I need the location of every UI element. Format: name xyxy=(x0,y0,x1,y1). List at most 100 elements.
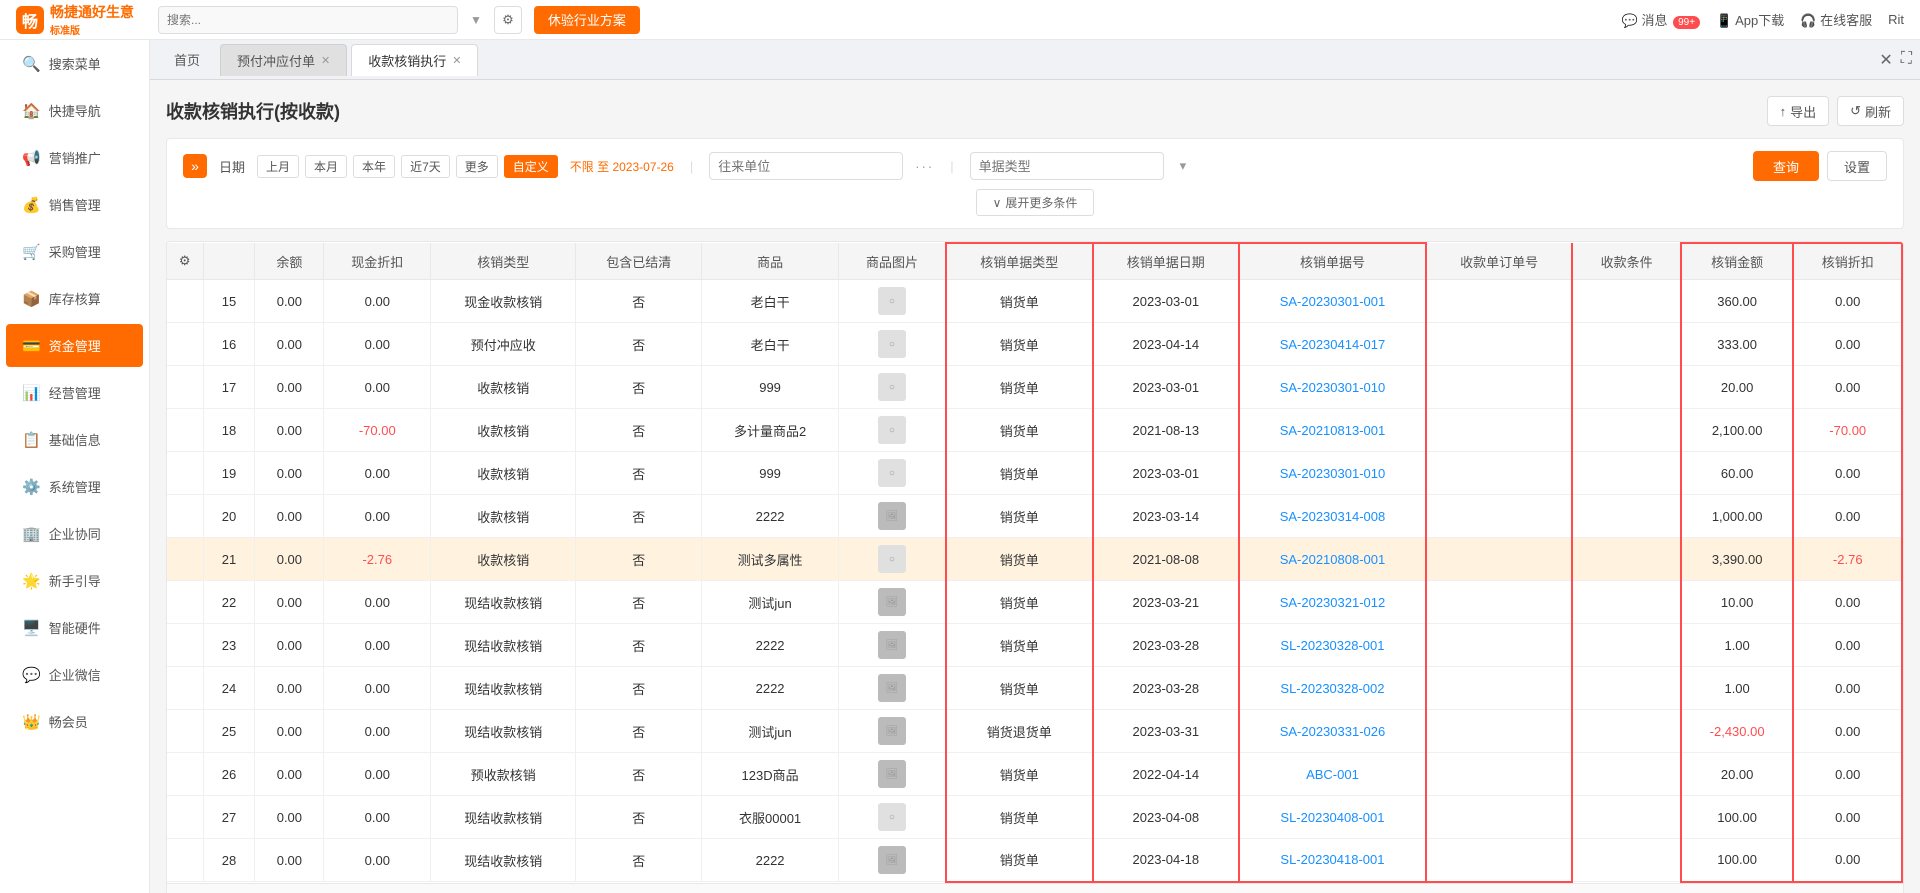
from-unit-input[interactable] xyxy=(709,152,903,180)
bill-no-link[interactable]: SA-20210808-001 xyxy=(1280,552,1386,567)
close-tab-icon[interactable]: ✕ xyxy=(1879,50,1892,70)
sidebar-label: 采购管理 xyxy=(49,242,101,261)
cell-receipt-condition xyxy=(1572,409,1680,452)
bill-no-link[interactable]: SL-20230408-001 xyxy=(1280,810,1384,825)
table-scroll[interactable]: ⚙ 余额 现金折扣 核销类型 包含已结清 商品 商品图片 核销单据类型 核销单据… xyxy=(167,242,1903,883)
sidebar-item-wechat[interactable]: 💬 企业微信 xyxy=(6,653,143,696)
bill-no-link[interactable]: SL-20230328-002 xyxy=(1280,681,1384,696)
message-link[interactable]: 💬 消息 99+ xyxy=(1622,10,1700,29)
sidebar-item-quick-nav[interactable]: 🏠 快捷导航 xyxy=(6,89,143,132)
goods-image-thumb: 🖼 xyxy=(878,846,906,874)
cell-seq: 18 xyxy=(203,409,255,452)
sidebar-item-member[interactable]: 👑 畅会员 xyxy=(6,700,143,743)
bill-no-link[interactable]: ABC-001 xyxy=(1306,767,1359,782)
sidebar-item-smart-hw[interactable]: 🖥️ 智能硬件 xyxy=(6,606,143,649)
bill-no-link[interactable]: SA-20210813-001 xyxy=(1280,423,1386,438)
cell-cash-discount: 0.00 xyxy=(324,581,431,624)
sidebar-item-guide[interactable]: 🌟 新手引导 xyxy=(6,559,143,602)
bill-no-link[interactable]: SA-20230314-008 xyxy=(1280,509,1386,524)
sidebar-item-search-menu[interactable]: 🔍 搜索菜单 xyxy=(6,42,143,85)
sidebar-item-purchase[interactable]: 🛒 采购管理 xyxy=(6,230,143,273)
bill-no-link[interactable]: SA-20230321-012 xyxy=(1280,595,1386,610)
query-button[interactable]: 查询 xyxy=(1753,151,1819,181)
table-row: 21 0.00 -2.76 收款核销 否 测试多属性 ○ 销货单 2021-08… xyxy=(167,538,1902,581)
cell-settings xyxy=(167,323,203,366)
cell-cash-discount: 0.00 xyxy=(324,667,431,710)
tab-home[interactable]: 首页 xyxy=(158,44,216,76)
cell-goods-image: ○ xyxy=(838,323,946,366)
date-7days[interactable]: 近7天 xyxy=(401,155,450,178)
bill-no-link[interactable]: SA-20230301-010 xyxy=(1280,380,1386,395)
purchase-icon: 🛒 xyxy=(22,243,41,261)
tab-close-receipt[interactable]: ✕ xyxy=(452,54,461,67)
cell-receipt-order-no xyxy=(1426,796,1573,839)
sidebar-item-enterprise[interactable]: 🏢 企业协同 xyxy=(6,512,143,555)
cell-writeoff-amount: 360.00 xyxy=(1681,280,1794,323)
cell-goods: 2222 xyxy=(702,624,839,667)
cell-receipt-order-no xyxy=(1426,538,1573,581)
date-this-month[interactable]: 本月 xyxy=(305,155,347,178)
sidebar-item-inventory[interactable]: 📦 库存核算 xyxy=(6,277,143,320)
cell-balance: 0.00 xyxy=(255,409,324,452)
page-header: 收款核销执行(按收款) ↑ 导出 ↺ 刷新 xyxy=(166,96,1904,126)
cell-writeoff-discount: 0.00 xyxy=(1793,839,1902,882)
date-last-month[interactable]: 上月 xyxy=(257,155,299,178)
cell-balance: 0.00 xyxy=(255,323,324,366)
cell-writeoff-bill-type: 销货单 xyxy=(946,495,1093,538)
bill-no-link[interactable]: SA-20230414-017 xyxy=(1280,337,1386,352)
table-body: 15 0.00 0.00 现金收款核销 否 老白干 ○ 销货单 2023-03-… xyxy=(167,280,1902,882)
user-name[interactable]: Rit xyxy=(1888,12,1904,27)
filter-expand-btn[interactable]: » xyxy=(183,154,207,178)
filter-settings-button[interactable]: 设置 xyxy=(1827,151,1887,181)
col-settings[interactable]: ⚙ xyxy=(167,243,203,280)
sidebar-item-sales[interactable]: 💰 销售管理 xyxy=(6,183,143,226)
cell-writeoff-bill-no: SL-20230418-001 xyxy=(1239,839,1426,882)
bill-no-link[interactable]: SL-20230418-001 xyxy=(1280,852,1384,867)
cell-include-settled: 否 xyxy=(576,538,702,581)
sidebar-item-basic-info[interactable]: 📋 基础信息 xyxy=(6,418,143,461)
industry-btn[interactable]: 休验行业方案 xyxy=(534,6,640,34)
tab-prepay[interactable]: 预付冲应付单 ✕ xyxy=(220,44,347,76)
settings-icon[interactable]: ⚙ xyxy=(494,6,522,34)
date-custom[interactable]: 自定义 xyxy=(504,155,558,178)
sidebar-item-finance[interactable]: 💳 资金管理 xyxy=(6,324,143,367)
tab-receipt-writeoff[interactable]: 收款核销执行 ✕ xyxy=(351,44,478,76)
date-more[interactable]: 更多 xyxy=(456,155,498,178)
cell-receipt-condition xyxy=(1572,452,1680,495)
refresh-button[interactable]: ↺ 刷新 xyxy=(1837,96,1904,126)
app-download-link[interactable]: 📱 App下载 xyxy=(1716,10,1784,29)
expand-more-button[interactable]: ∨ 展开更多条件 xyxy=(976,189,1095,216)
cell-seq: 15 xyxy=(203,280,255,323)
bill-no-link[interactable]: SA-20230301-001 xyxy=(1280,294,1386,309)
bill-no-link[interactable]: SA-20230331-026 xyxy=(1280,724,1386,739)
cell-balance: 0.00 xyxy=(255,667,324,710)
cell-goods-image: 🖼 xyxy=(838,667,946,710)
cell-cash-discount: 0.00 xyxy=(324,710,431,753)
bill-type-input[interactable] xyxy=(970,152,1164,180)
search-input[interactable] xyxy=(158,6,458,34)
tab-close-prepay[interactable]: ✕ xyxy=(321,54,330,67)
date-this-year[interactable]: 本年 xyxy=(353,155,395,178)
cell-goods: 999 xyxy=(702,366,839,409)
date-buttons: 上月 本月 本年 近7天 更多 自定义 xyxy=(257,155,558,178)
sidebar-item-system[interactable]: ⚙️ 系统管理 xyxy=(6,465,143,508)
cell-receipt-order-no xyxy=(1426,323,1573,366)
sidebar: 🔍 搜索菜单 🏠 快捷导航 📢 营销推广 💰 销售管理 🛒 采购管理 📦 库存核… xyxy=(0,40,150,893)
maximize-icon[interactable]: ⛶ xyxy=(1901,50,1912,70)
cell-balance: 0.00 xyxy=(255,839,324,882)
cell-writeoff-bill-date: 2023-03-01 xyxy=(1093,280,1240,323)
tab-bar: 首页 预付冲应付单 ✕ 收款核销执行 ✕ ✕ ⛶ xyxy=(150,40,1920,80)
sidebar-item-operations[interactable]: 📊 经营管理 xyxy=(6,371,143,414)
sidebar-label: 企业协同 xyxy=(49,524,101,543)
cell-cash-discount: 0.00 xyxy=(324,452,431,495)
dropdown-toggle[interactable]: ▼ xyxy=(470,13,482,27)
cell-writeoff-discount: 0.00 xyxy=(1793,280,1902,323)
cell-settings xyxy=(167,366,203,409)
cell-receipt-condition xyxy=(1572,323,1680,366)
col-writeoff-bill-date: 核销单据日期 xyxy=(1093,243,1240,280)
export-button[interactable]: ↑ 导出 xyxy=(1767,96,1830,126)
online-service-link[interactable]: 🎧 在线客服 xyxy=(1800,10,1872,29)
bill-no-link[interactable]: SL-20230328-001 xyxy=(1280,638,1384,653)
sidebar-item-marketing[interactable]: 📢 营销推广 xyxy=(6,136,143,179)
bill-no-link[interactable]: SA-20230301-010 xyxy=(1280,466,1386,481)
